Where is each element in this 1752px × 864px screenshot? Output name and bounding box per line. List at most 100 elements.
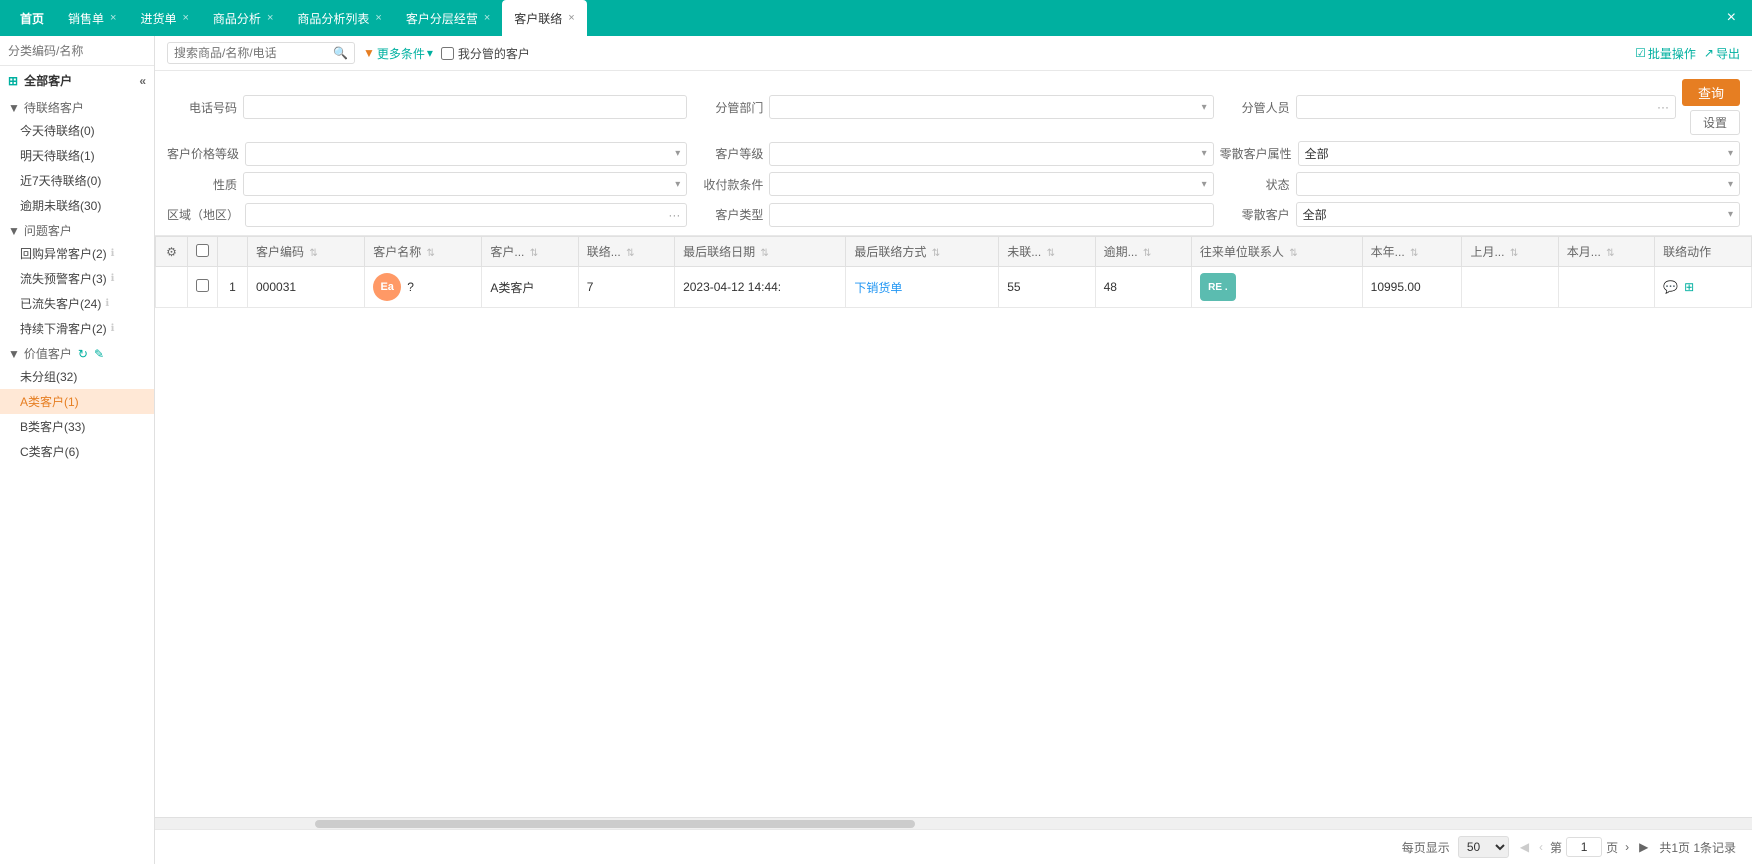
col-last-contact-date[interactable]: 最后联络日期 ⇅ — [675, 237, 846, 267]
filter-input-phone[interactable] — [243, 95, 687, 119]
filter-input-person[interactable]: ··· — [1296, 95, 1676, 119]
sidebar-item-today[interactable]: 今天待联络(0) — [0, 118, 154, 143]
horizontal-scrollbar[interactable] — [155, 817, 1752, 829]
sort-icon-this-month: ⇅ — [1606, 248, 1614, 259]
info-icon-churned: ℹ — [105, 298, 109, 309]
col-not-contacted[interactable]: 未联... ⇅ — [999, 237, 1095, 267]
close-goods-analysis-tab[interactable]: × — [267, 12, 273, 24]
filter-row-2-col-2: 客户等级 ▾ — [693, 141, 1213, 166]
col-customer-level[interactable]: 客户... ⇅ — [482, 237, 578, 267]
filter-input-payment[interactable]: ▾ — [769, 172, 1213, 196]
sidebar-search-area: 🔍 — [0, 36, 154, 66]
row-check[interactable] — [188, 267, 218, 308]
sidebar-item-week[interactable]: 近7天待联络(0) — [0, 168, 154, 193]
filter-input-sparse[interactable]: 全部 ▾ — [1296, 202, 1740, 227]
row-checkbox[interactable] — [196, 279, 209, 292]
tab-customer-segment[interactable]: 客户分层经营 × — [394, 0, 502, 36]
sidebar-item-churned[interactable]: 已流失客户(24) ℹ — [0, 291, 154, 316]
next-page-btn[interactable]: › — [1622, 840, 1632, 854]
refresh-icon[interactable]: ↻ — [78, 347, 88, 361]
col-last-contact-method[interactable]: 最后联络方式 ⇅ — [846, 237, 999, 267]
prev-page-btn[interactable]: ‹ — [1536, 840, 1546, 854]
tab-purchase[interactable]: 进货单 × — [128, 0, 200, 36]
sidebar-item-repurchase[interactable]: 回购异常客户(2) ℹ — [0, 241, 154, 266]
edit-icon[interactable]: ✎ — [94, 347, 104, 361]
filter-label-sparse-attr: 零散客户属性 — [1220, 145, 1292, 162]
col-customer-name[interactable]: 客户名称 ⇅ — [365, 237, 482, 267]
col-overdue[interactable]: 逾期... ⇅ — [1095, 237, 1191, 267]
filter-input-nature[interactable]: ▾ — [243, 172, 687, 196]
scrollbar-thumb[interactable] — [315, 820, 915, 828]
first-page-btn[interactable]: ◀ — [1517, 840, 1532, 854]
col-contact-count[interactable]: 联络... ⇅ — [578, 237, 674, 267]
contact-method-link[interactable]: 下销货单 — [854, 281, 902, 295]
sidebar-item-tomorrow[interactable]: 明天待联络(1) — [0, 143, 154, 168]
export-icon: ↗ — [1704, 46, 1714, 60]
last-page-btn[interactable]: ▶ — [1636, 840, 1651, 854]
col-company-contact[interactable]: 往来单位联系人 ⇅ — [1191, 237, 1362, 267]
tab-goods-list[interactable]: 商品分析列表 × — [285, 0, 393, 36]
all-customers-header[interactable]: ⊞ 全部客户 « — [0, 66, 154, 95]
sidebar-item-churn-warn[interactable]: 流失预警客户(3) ℹ — [0, 266, 154, 291]
filter-input-price-level[interactable]: ▾ — [245, 142, 687, 166]
close-goods-list-tab[interactable]: × — [375, 12, 381, 24]
sidebar-item-b-class[interactable]: B类客户(33) — [0, 414, 154, 439]
tab-customer-contact[interactable]: 客户联络 × — [502, 0, 586, 36]
sort-icon-not-contacted: ⇅ — [1047, 248, 1055, 259]
filter-input-sparse-attr[interactable]: 全部 ▾ — [1298, 141, 1740, 166]
qr-icon[interactable]: ⊞ — [1684, 280, 1694, 294]
sidebar-item-ungroup[interactable]: 未分组(32) — [0, 364, 154, 389]
window-close-button[interactable]: × — [1719, 9, 1744, 27]
close-customer-segment-tab[interactable]: × — [484, 12, 490, 24]
query-button[interactable]: 查询 — [1682, 79, 1740, 106]
filter-input-cust-level[interactable]: ▾ — [769, 142, 1213, 166]
batch-ops-button[interactable]: ☑ 批量操作 — [1635, 45, 1696, 62]
row-contact-count: 7 — [578, 267, 674, 308]
col-this-year[interactable]: 本年... ⇅ — [1362, 237, 1462, 267]
tab-goods-analysis[interactable]: 商品分析 × — [201, 0, 285, 36]
tab-home[interactable]: 首页 — [8, 0, 56, 36]
toolbar-search-input[interactable] — [174, 46, 329, 60]
sidebar-item-overdue[interactable]: 逾期未联络(30) — [0, 193, 154, 218]
collapse-icon[interactable]: « — [139, 74, 146, 88]
col-check[interactable] — [188, 237, 218, 267]
nature-arrow: ▾ — [675, 179, 680, 190]
sidebar-item-c-class[interactable]: C类客户(6) — [0, 439, 154, 464]
filter-label-cust-level: 客户等级 — [693, 145, 763, 162]
row-last-month — [1462, 267, 1558, 308]
filter-input-region[interactable]: ··· — [245, 203, 687, 227]
my-customers-check[interactable] — [441, 47, 454, 60]
sidebar-search-input[interactable] — [8, 44, 155, 58]
filter-input-cust-type[interactable] — [769, 203, 1213, 227]
filter-row-3-col-2: 收付款条件 ▾ — [693, 172, 1213, 196]
close-sales-tab[interactable]: × — [110, 12, 116, 24]
page-size-select[interactable]: 50 100 200 — [1458, 836, 1509, 858]
export-button[interactable]: ↗ 导出 — [1704, 45, 1740, 62]
sidebar-item-declining[interactable]: 持续下滑客户(2) ℹ — [0, 316, 154, 341]
select-all-checkbox[interactable] — [196, 244, 209, 257]
row-last-contact-method[interactable]: 下销货单 — [846, 267, 999, 308]
gear-icon[interactable]: ⚙ — [166, 245, 177, 259]
col-customer-code[interactable]: 客户编码 ⇅ — [248, 237, 365, 267]
close-customer-contact-tab[interactable]: × — [568, 12, 574, 24]
row-action: 💬 ⊞ — [1655, 267, 1752, 308]
customer-table: ⚙ 客户编码 ⇅ 客户名称 ⇅ — [155, 236, 1752, 308]
chat-icon[interactable]: 💬 — [1663, 280, 1678, 294]
filter-row-4-col-3: 零散客户 全部 ▾ — [1220, 202, 1740, 227]
tab-sales[interactable]: 销售单 × — [56, 0, 128, 36]
sort-icon-date: ⇅ — [760, 248, 768, 259]
toolbar-search-icon[interactable]: 🔍 — [333, 46, 348, 60]
section-arrow-value: ▼ — [8, 347, 20, 361]
close-purchase-tab[interactable]: × — [182, 12, 188, 24]
col-last-month[interactable]: 上月... ⇅ — [1462, 237, 1558, 267]
col-gear[interactable]: ⚙ — [156, 237, 188, 267]
page-number-input[interactable] — [1566, 837, 1602, 857]
filter-input-status[interactable]: ▾ — [1296, 172, 1740, 196]
settings-button[interactable]: 设置 — [1690, 110, 1740, 135]
my-customers-checkbox[interactable]: 我分管的客户 — [441, 45, 530, 62]
filter-input-dept[interactable]: ▾ — [769, 95, 1213, 119]
sidebar-item-a-class[interactable]: A类客户(1) — [0, 389, 154, 414]
filter-toggle[interactable]: ▼ 更多条件 ▾ — [363, 45, 433, 62]
filter-label-price-level: 客户价格等级 — [167, 145, 239, 162]
col-this-month[interactable]: 本月... ⇅ — [1558, 237, 1654, 267]
